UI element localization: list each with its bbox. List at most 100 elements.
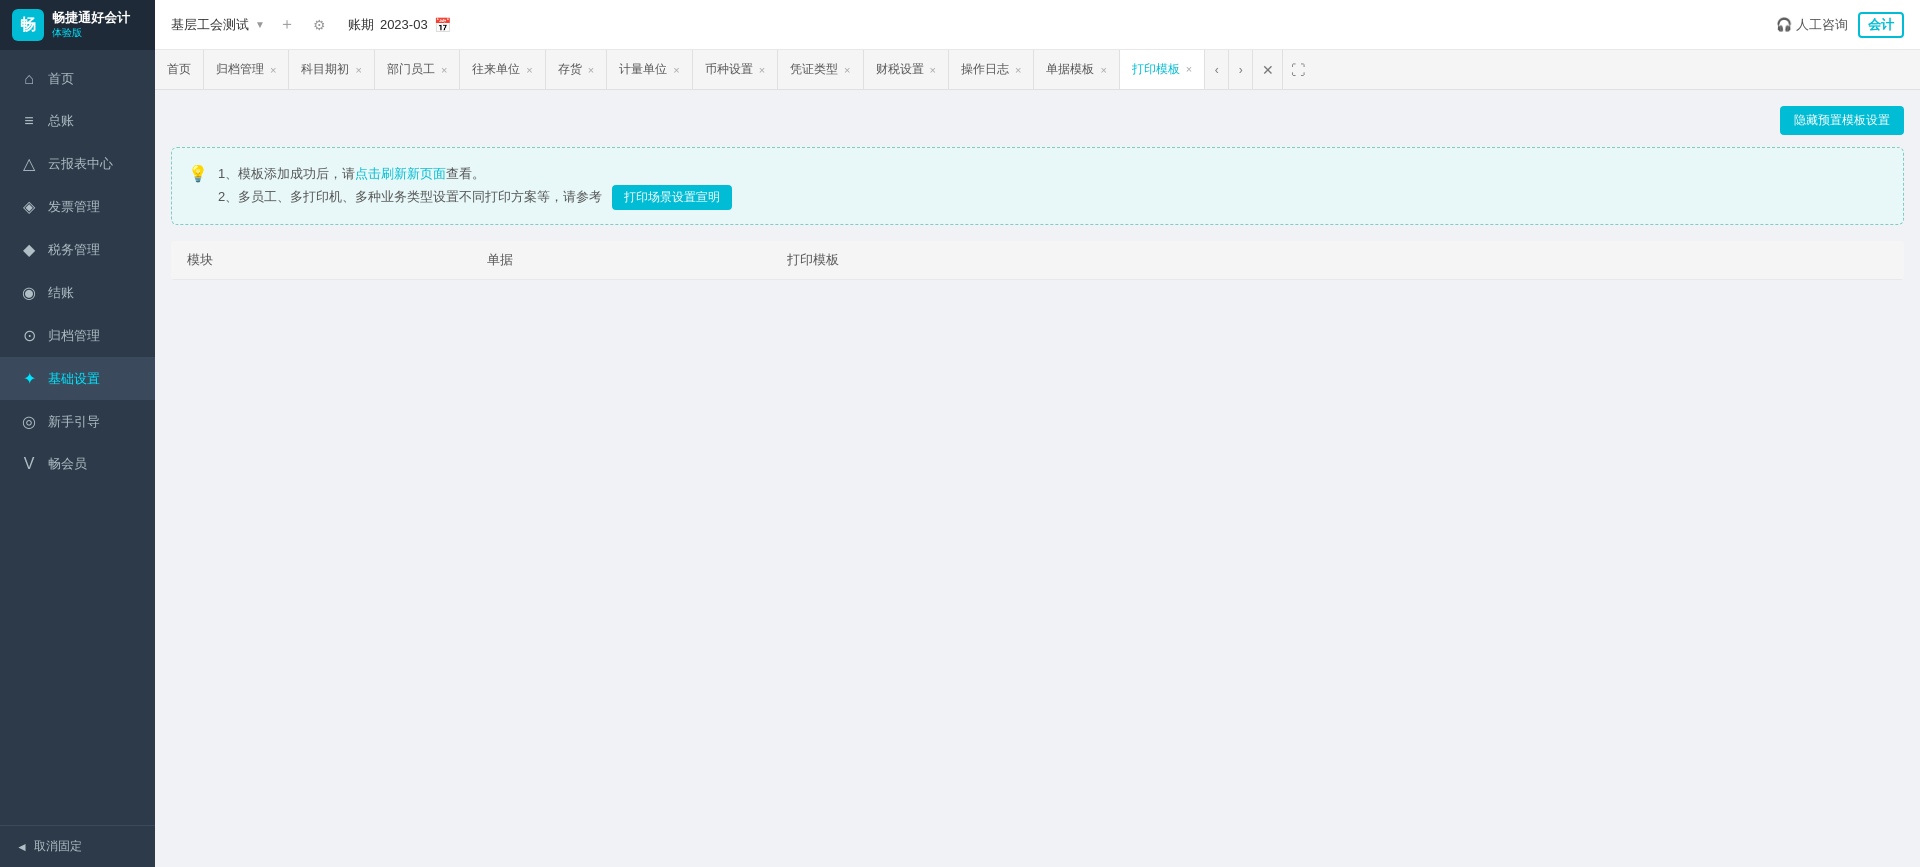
tab-scroll-right[interactable]: ›: [1229, 50, 1253, 89]
company-selector[interactable]: 基层工会测试 ▼: [171, 16, 265, 34]
nav-icon-closing: ◉: [20, 283, 38, 302]
cancel-pin-button[interactable]: ◄ 取消固定: [0, 825, 155, 867]
tab-label-dept-staff: 部门员工: [387, 61, 435, 78]
tab-dept-staff[interactable]: 部门员工 ×: [375, 50, 460, 89]
info-box: 💡 1、模板添加成功后，请点击刷新新页面查看。 2、多员工、多打印机、多种业务类…: [171, 147, 1904, 225]
sidebar-item-archive[interactable]: ⊙ 归档管理: [0, 314, 155, 357]
tab-partners[interactable]: 往来单位 ×: [460, 50, 545, 89]
role-badge[interactable]: 会计: [1858, 12, 1904, 38]
tabbar: 首页归档管理×科目期初×部门员工×往来单位×存货×计量单位×币种设置×凭证类型×…: [155, 50, 1920, 90]
content-area: 隐藏预置模板设置 💡 1、模板添加成功后，请点击刷新新页面查看。 2、多员工、多…: [155, 90, 1920, 867]
nav-label-home: 首页: [48, 70, 74, 88]
tab-label-print-template: 打印模板: [1132, 61, 1180, 78]
hide-template-button[interactable]: 隐藏预置模板设置: [1780, 106, 1904, 135]
settings-icon[interactable]: ⚙: [309, 17, 330, 33]
tab-currency[interactable]: 币种设置 ×: [693, 50, 778, 89]
sidebar-item-invoice[interactable]: ◈ 发票管理: [0, 185, 155, 228]
tab-archive-mgmt[interactable]: 归档管理×: [204, 50, 289, 89]
tab-label-currency: 币种设置: [705, 61, 753, 78]
action-bar: 隐藏预置模板设置: [171, 106, 1904, 135]
table-header: 模块 单据 打印模板: [171, 241, 1904, 280]
nav-label-archive: 归档管理: [48, 327, 100, 345]
sidebar-item-ledger[interactable]: ≡ 总账: [0, 100, 155, 142]
period-value: 2023-03: [380, 17, 428, 32]
tab-close-tax-settings[interactable]: ×: [930, 64, 936, 76]
tab-label-home: 首页: [167, 61, 191, 78]
nav-icon-archive: ⊙: [20, 326, 38, 345]
main-area: 基层工会测试 ▼ ＋ ⚙ 账期 2023-03 📅 🎧 人工咨询 会计 首页归档…: [155, 0, 1920, 867]
nav-icon-invoice: ◈: [20, 197, 38, 216]
sidebar-item-member[interactable]: V 畅会员: [0, 443, 155, 485]
topbar: 基层工会测试 ▼ ＋ ⚙ 账期 2023-03 📅 🎧 人工咨询 会计: [155, 0, 1920, 50]
refresh-link[interactable]: 点击刷新新页面: [355, 166, 446, 181]
nav-icon-reports: △: [20, 154, 38, 173]
tab-scroll-left[interactable]: ‹: [1205, 50, 1229, 89]
tab-op-log[interactable]: 操作日志 ×: [949, 50, 1034, 89]
tab-label-voucher-type: 凭证类型: [790, 61, 838, 78]
help-label: 人工咨询: [1796, 16, 1848, 34]
nav-label-closing: 结账: [48, 284, 74, 302]
tab-tax-settings[interactable]: 财税设置×: [864, 50, 949, 89]
tab-label-inventory: 存货: [558, 61, 582, 78]
tab-print-template[interactable]: 打印模板 ×: [1120, 50, 1205, 90]
tab-close-dept-staff[interactable]: ×: [441, 64, 447, 76]
tab-close-voucher-type[interactable]: ×: [844, 64, 850, 76]
tab-label-partners: 往来单位: [472, 61, 520, 78]
tab-close-archive-mgmt[interactable]: ×: [270, 64, 276, 76]
sidebar-item-reports[interactable]: △ 云报表中心: [0, 142, 155, 185]
sidebar-item-home[interactable]: ⌂ 首页: [0, 58, 155, 100]
tab-expand-button[interactable]: ⛶: [1283, 50, 1313, 89]
tab-label-subject-init: 科目期初: [301, 61, 349, 78]
nav-icon-home: ⌂: [20, 70, 38, 88]
th-doc: 单据: [471, 241, 771, 279]
logo-icon: 畅: [12, 9, 44, 41]
sidebar-logo: 畅 畅捷通好会计 体验版: [0, 0, 155, 50]
calendar-icon: 📅: [434, 17, 451, 33]
info-text-block: 1、模板添加成功后，请点击刷新新页面查看。 2、多员工、多打印机、多种业务类型设…: [218, 162, 732, 210]
tab-label-single-receipt: 单据模板: [1046, 61, 1094, 78]
tab-close-currency[interactable]: ×: [759, 64, 765, 76]
tab-close-subject-init[interactable]: ×: [355, 64, 361, 76]
period-label: 账期: [348, 16, 374, 34]
logo-text-block: 畅捷通好会计 体验版: [52, 10, 130, 41]
tab-close-unit[interactable]: ×: [673, 64, 679, 76]
nav-label-tax: 税务管理: [48, 241, 100, 259]
tab-close-partners[interactable]: ×: [526, 64, 532, 76]
tab-close-inventory[interactable]: ×: [588, 64, 594, 76]
tab-voucher-type[interactable]: 凭证类型 ×: [778, 50, 863, 89]
tab-single-receipt[interactable]: 单据模板 ×: [1034, 50, 1119, 89]
logo-subtitle: 体验版: [52, 26, 130, 40]
tab-home[interactable]: 首页: [155, 50, 204, 89]
tab-close-all-button[interactable]: ✕: [1253, 50, 1283, 89]
tab-close-print-template[interactable]: ×: [1186, 63, 1192, 75]
sidebar-nav: ⌂ 首页 ≡ 总账 △ 云报表中心 ◈ 发票管理 ◆ 税务管理 ◉ 结账 ⊙ 归…: [0, 50, 155, 825]
sidebar: 畅 畅捷通好会计 体验版 ⌂ 首页 ≡ 总账 △ 云报表中心 ◈ 发票管理 ◆ …: [0, 0, 155, 867]
nav-label-guide: 新手引导: [48, 413, 100, 431]
nav-label-reports: 云报表中心: [48, 155, 113, 173]
period-selector[interactable]: 账期 2023-03 📅: [348, 16, 451, 34]
sidebar-item-settings[interactable]: ✦ 基础设置: [0, 357, 155, 400]
help-button[interactable]: 🎧 人工咨询: [1776, 16, 1848, 34]
nav-icon-guide: ◎: [20, 412, 38, 431]
template-table: 模块 单据 打印模板: [171, 241, 1904, 280]
company-dropdown-icon: ▼: [255, 19, 265, 30]
add-tab-button[interactable]: ＋: [275, 14, 299, 35]
nav-icon-tax: ◆: [20, 240, 38, 259]
sidebar-item-tax[interactable]: ◆ 税务管理: [0, 228, 155, 271]
th-template: 打印模板: [771, 241, 1904, 279]
info-line-2: 2、多员工、多打印机、多种业务类型设置不同打印方案等，请参考 打印场景设置宣明: [218, 185, 732, 210]
lightbulb-icon: 💡: [188, 164, 208, 183]
print-scene-button[interactable]: 打印场景设置宣明: [612, 185, 732, 210]
tab-label-op-log: 操作日志: [961, 61, 1009, 78]
info-line-1: 1、模板添加成功后，请点击刷新新页面查看。: [218, 162, 732, 185]
tab-close-op-log[interactable]: ×: [1015, 64, 1021, 76]
sidebar-item-closing[interactable]: ◉ 结账: [0, 271, 155, 314]
cancel-pin-label: 取消固定: [34, 838, 82, 855]
sidebar-item-guide[interactable]: ◎ 新手引导: [0, 400, 155, 443]
tab-unit[interactable]: 计量单位×: [607, 50, 692, 89]
tab-close-single-receipt[interactable]: ×: [1100, 64, 1106, 76]
nav-icon-ledger: ≡: [20, 112, 38, 130]
th-module: 模块: [171, 241, 471, 279]
tab-subject-init[interactable]: 科目期初 ×: [289, 50, 374, 89]
tab-inventory[interactable]: 存货 ×: [546, 50, 607, 89]
